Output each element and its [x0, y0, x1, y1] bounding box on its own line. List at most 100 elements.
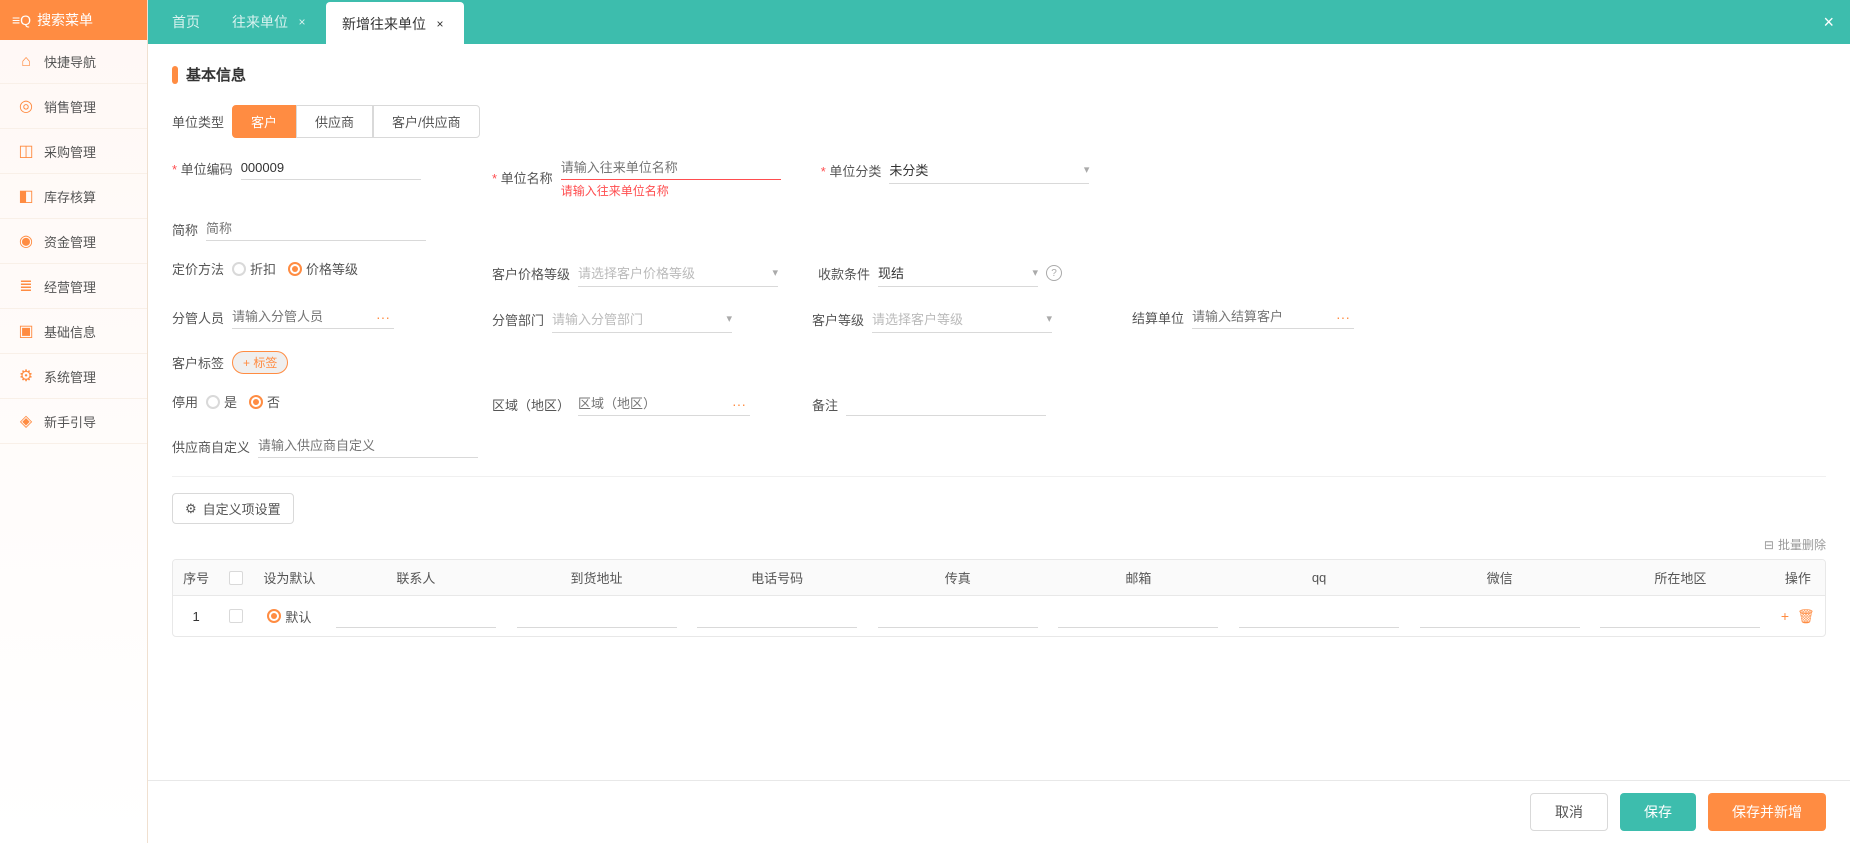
col-contact: 联系人	[326, 560, 507, 596]
disabled-yes-radio[interactable]	[206, 395, 220, 409]
sidebar-item-operations[interactable]: ≣ 经营管理	[0, 264, 147, 309]
abbr-label: 简称	[172, 220, 198, 239]
sidebar-item-inventory[interactable]: ◧ 库存核算	[0, 174, 147, 219]
cancel-button[interactable]: 取消	[1530, 793, 1608, 831]
sidebar-item-quick-nav[interactable]: ⌂ 快捷导航	[0, 40, 147, 84]
row-default-radio-option[interactable]: 默认	[263, 607, 315, 626]
email-input[interactable]	[1058, 604, 1218, 628]
abbr-input[interactable]	[206, 217, 426, 241]
disabled-no-radio[interactable]	[249, 395, 263, 409]
add-row-btn[interactable]: +	[1781, 608, 1789, 624]
pricing-discount-radio[interactable]	[232, 262, 246, 276]
custom-settings-btn[interactable]: ⚙ 自定义项设置	[172, 493, 294, 524]
delete-row-btn[interactable]: 🗑	[1797, 608, 1815, 625]
chevron-down-icon-5: ▾	[1046, 312, 1052, 325]
sidebar-item-purchase[interactable]: ◫ 采购管理	[0, 129, 147, 174]
row-actions: + 🗑	[1781, 608, 1815, 625]
disabled-yes-option[interactable]: 是	[206, 392, 237, 411]
pricing-level-option[interactable]: 价格等级	[288, 259, 358, 278]
unit-name-error-msg: 请输入往来单位名称	[561, 182, 781, 199]
col-wechat: 微信	[1409, 560, 1590, 596]
col-default: 设为默认	[253, 560, 325, 596]
pricing-level-radio[interactable]	[288, 262, 302, 276]
customer-level-placeholder: 请选择客户等级	[872, 309, 963, 328]
tab-unit-new[interactable]: 新增往来单位 ×	[326, 2, 464, 46]
contact-input[interactable]	[336, 604, 496, 628]
payment-terms-info-icon[interactable]: ?	[1046, 265, 1062, 281]
bottom-bar: 取消 保存 保存并新增	[148, 780, 1850, 843]
disabled-label: 停用	[172, 392, 198, 411]
chevron-down-icon-4: ▾	[726, 312, 732, 325]
phone-input[interactable]	[697, 604, 857, 628]
tag-label: 客户标签	[172, 353, 224, 372]
sidebar-item-sales[interactable]: ◎ 销售管理	[0, 84, 147, 129]
unit-type-label: 单位类型	[172, 112, 224, 131]
region-table-input[interactable]	[1600, 604, 1760, 628]
payment-terms-label: 收款条件	[818, 264, 870, 283]
cell-checkbox	[219, 596, 253, 637]
manager-more-btn[interactable]: ···	[372, 309, 394, 325]
unit-type-customer-btn[interactable]: 客户	[232, 105, 296, 138]
unit-name-section: 请输入往来单位名称	[561, 156, 781, 199]
unit-code-input[interactable]	[241, 156, 421, 180]
wechat-input[interactable]	[1420, 604, 1580, 628]
cell-email	[1048, 596, 1229, 637]
chevron-down-icon-3: ▾	[1033, 266, 1039, 279]
select-all-checkbox[interactable]	[229, 571, 243, 585]
address-input[interactable]	[517, 604, 677, 628]
payment-terms-select[interactable]: 现结 ▾	[878, 259, 1038, 287]
sidebar-item-finance[interactable]: ◉ 资金管理	[0, 219, 147, 264]
unit-name-input[interactable]	[561, 156, 781, 180]
tab-unit-new-close[interactable]: ×	[432, 16, 448, 32]
sidebar: ≡Q 搜索菜单 ⌂ 快捷导航 ◎ 销售管理 ◫ 采购管理 ◧ 库存核算 ◉ 资金…	[0, 0, 148, 843]
unit-type-buttons: 客户 供应商 客户/供应商	[232, 105, 480, 138]
sidebar-item-system[interactable]: ⚙ 系统管理	[0, 354, 147, 399]
manager-input[interactable]	[232, 305, 372, 328]
home-icon: ⌂	[16, 53, 36, 71]
col-address: 到货地址	[506, 560, 687, 596]
pricing-discount-option[interactable]: 折扣	[232, 259, 276, 278]
row-default-radio[interactable]	[267, 609, 281, 623]
row-checkbox[interactable]	[229, 609, 243, 623]
fax-input[interactable]	[878, 604, 1038, 628]
pricing-level-label: 价格等级	[306, 259, 358, 278]
unit-code-label: 单位编码	[172, 159, 233, 178]
save-new-button[interactable]: 保存并新增	[1708, 793, 1826, 831]
search-menu-btn[interactable]: ≡Q 搜索菜单	[0, 0, 147, 40]
unit-category-select[interactable]: 未分类 ▾	[889, 156, 1089, 184]
sidebar-item-guide[interactable]: ◈ 新手引导	[0, 399, 147, 444]
qq-input[interactable]	[1239, 604, 1399, 628]
contact-table: 序号 设为默认 联系人 到货地址 电话号码 传真 邮箱 qq 微信 所在地区 操…	[173, 560, 1825, 636]
manager-label: 分管人员	[172, 308, 224, 327]
sidebar-item-label: 经营管理	[44, 277, 96, 296]
batch-delete-icon: ⊟	[1764, 538, 1774, 552]
unit-type-both-btn[interactable]: 客户/供应商	[373, 105, 480, 138]
pricing-row: 定价方法 折扣 价格等级 客户价格等级 请选择客户价格等级	[172, 259, 1826, 287]
unit-type-supplier-btn[interactable]: 供应商	[296, 105, 373, 138]
batch-delete-btn[interactable]: ⊟ 批量删除	[1764, 536, 1826, 553]
col-action: 操作	[1771, 560, 1825, 596]
add-tag-btn[interactable]: + 标签	[232, 351, 288, 374]
operations-icon: ≣	[16, 276, 36, 296]
region-more-btn[interactable]: ···	[728, 396, 750, 412]
supplier-custom-input[interactable]	[258, 434, 478, 458]
remark-input[interactable]	[846, 392, 1046, 416]
disabled-no-option[interactable]: 否	[249, 392, 280, 411]
unit-category-label: 单位分类	[821, 161, 882, 180]
settlement-input[interactable]	[1192, 305, 1332, 328]
customer-price-select[interactable]: 请选择客户价格等级 ▾	[578, 259, 778, 287]
sidebar-item-base-info[interactable]: ▣ 基础信息	[0, 309, 147, 354]
tab-unit-list-close[interactable]: ×	[294, 14, 310, 30]
region-input[interactable]	[578, 392, 728, 415]
tab-unit-list[interactable]: 往来单位 ×	[216, 0, 326, 44]
tab-home[interactable]: 首页	[156, 0, 216, 44]
department-select[interactable]: 请输入分管部门 ▾	[552, 305, 732, 333]
customer-level-select[interactable]: 请选择客户等级 ▾	[872, 305, 1052, 333]
payment-terms-group: 收款条件 现结 ▾ ?	[818, 259, 1098, 287]
cell-contact	[326, 596, 507, 637]
close-all-tabs-btn[interactable]: ×	[1815, 8, 1842, 37]
save-button[interactable]: 保存	[1620, 793, 1696, 831]
pricing-discount-label: 折扣	[250, 259, 276, 278]
settlement-more-btn[interactable]: ···	[1332, 309, 1354, 325]
sidebar-item-label: 基础信息	[44, 322, 96, 341]
